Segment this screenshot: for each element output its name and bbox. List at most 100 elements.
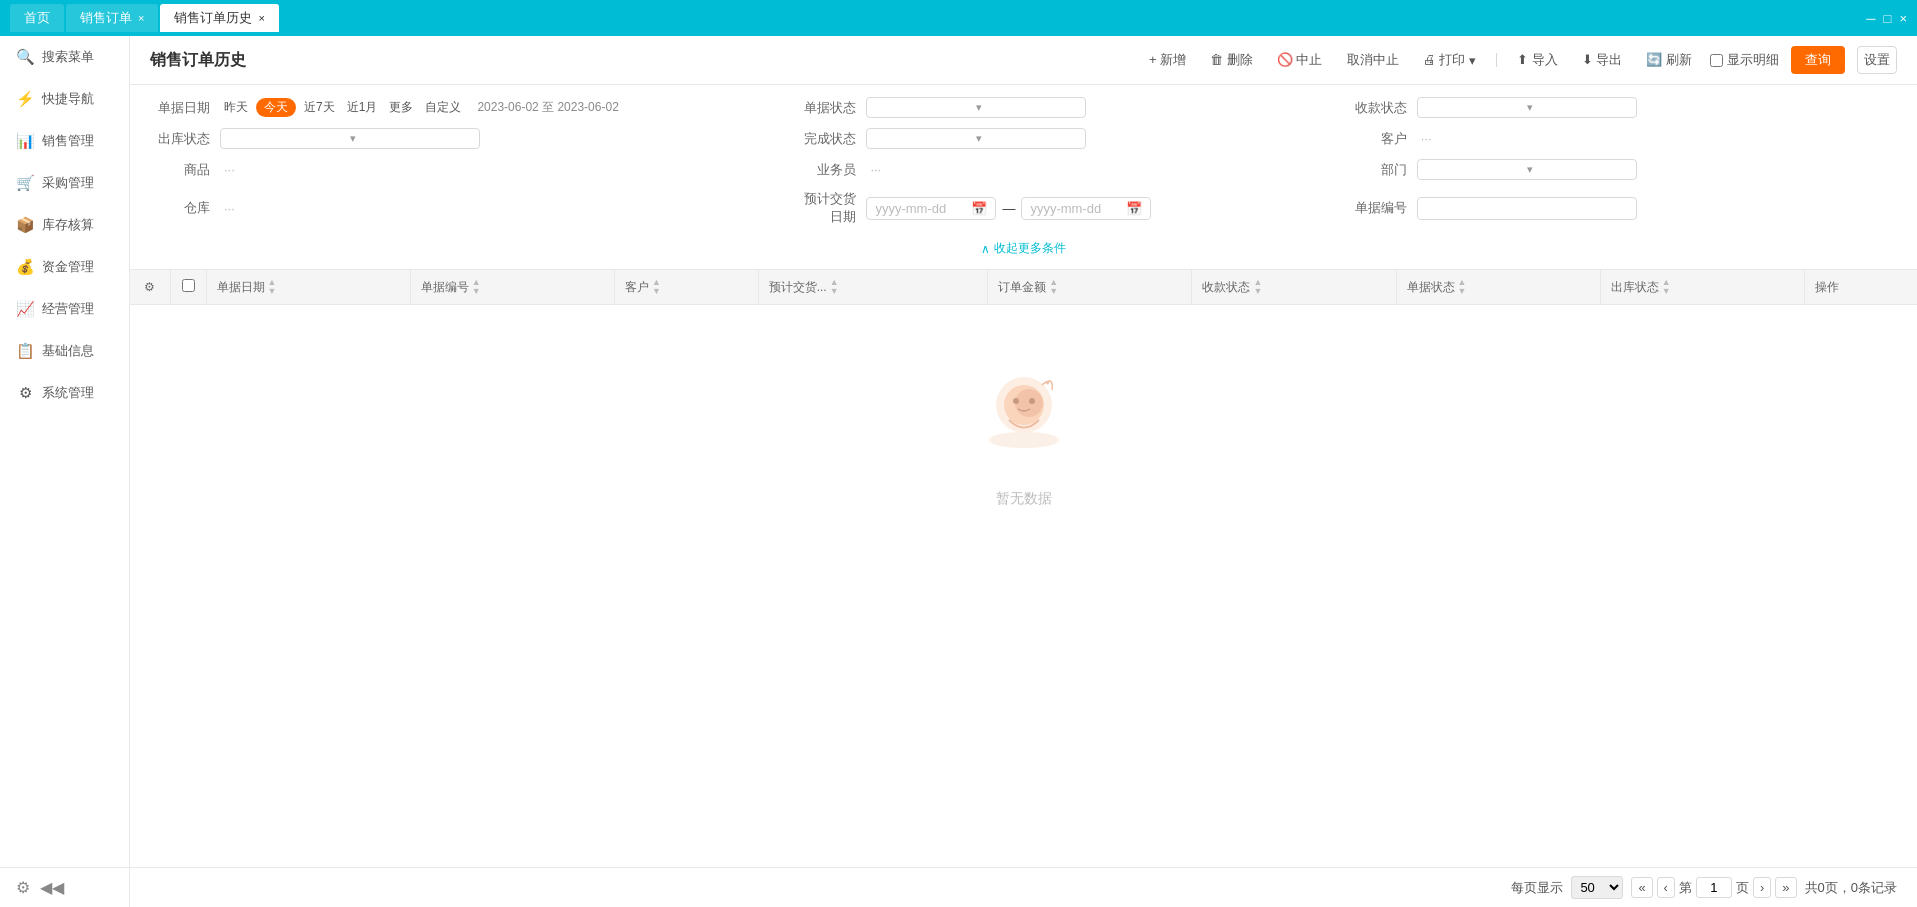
tab-sales-history[interactable]: 销售订单历史 × <box>160 4 278 32</box>
out-status-select[interactable]: ▾ <box>220 128 480 149</box>
data-table: ⚙ 单据日期 ▲▼ 单据编号 ▲▼ <box>130 270 1917 568</box>
sidebar-item-finance[interactable]: 💰 资金管理 <box>0 246 129 288</box>
col-no[interactable]: 单据编号 ▲▼ <box>410 270 614 305</box>
product-input-dots[interactable]: ··· <box>224 162 235 177</box>
refresh-button[interactable]: 🔄 刷新 <box>1640 47 1698 73</box>
window-close-btn[interactable]: × <box>1899 11 1907 26</box>
delete-label: 🗑 删除 <box>1210 51 1253 69</box>
toolbar-divider <box>1496 53 1497 67</box>
date-btn-today[interactable]: 今天 <box>256 98 296 117</box>
col-customer[interactable]: 客户 ▲▼ <box>614 270 758 305</box>
table-settings-col[interactable]: ⚙ <box>130 270 170 305</box>
receipt-status-select[interactable]: ▾ <box>1417 97 1637 118</box>
empty-state-cell: 暂无数据 <box>130 305 1917 569</box>
table-check-col[interactable] <box>170 270 206 305</box>
date-btn-7days[interactable]: 近7天 <box>300 98 339 117</box>
complete-status-select[interactable]: ▾ <box>866 128 1086 149</box>
product-filter: ··· <box>220 162 796 177</box>
col-receipt-status-sort: ▲▼ <box>1253 278 1262 296</box>
maximize-btn[interactable]: □ <box>1884 11 1892 26</box>
expected-date-start[interactable]: yyyy-mm-dd 📅 <box>866 197 996 220</box>
sidebar-item-search[interactable]: 🔍 搜索菜单 <box>0 36 129 78</box>
svg-point-5 <box>1029 398 1035 404</box>
minimize-btn[interactable]: ─ <box>1866 11 1875 26</box>
cancel-stop-button[interactable]: 取消中止 <box>1341 47 1405 73</box>
current-page-input[interactable] <box>1696 877 1732 898</box>
tab-sales-order-close[interactable]: × <box>138 12 144 24</box>
date-btn-yesterday[interactable]: 昨天 <box>220 98 252 117</box>
calendar-start-icon: 📅 <box>971 201 987 216</box>
import-button[interactable]: ⬆ 导入 <box>1511 47 1564 73</box>
col-out-status[interactable]: 出库状态 ▲▼ <box>1600 270 1804 305</box>
delete-button[interactable]: 🗑 删除 <box>1204 47 1259 73</box>
content-area: 销售订单历史 + 新增 🗑 删除 🚫 中止 取消中止 🖨 打印 ▾ <box>130 36 1917 907</box>
stop-button[interactable]: 🚫 中止 <box>1271 47 1329 73</box>
sidebar-item-purchase[interactable]: 🛒 采购管理 <box>0 162 129 204</box>
bill-status-arrow: ▾ <box>976 101 1077 114</box>
page-nav: « ‹ 第 页 › » <box>1631 877 1796 898</box>
date-separator: — <box>1002 201 1015 216</box>
sidebar-item-operations[interactable]: 📈 经营管理 <box>0 288 129 330</box>
print-button[interactable]: 🖨 打印 ▾ <box>1417 47 1483 73</box>
sidebar-item-basicinfo[interactable]: 📋 基础信息 <box>0 330 129 372</box>
col-receipt-status[interactable]: 收款状态 ▲▼ <box>1192 270 1396 305</box>
col-expected-date[interactable]: 预计交货... ▲▼ <box>758 270 988 305</box>
collapse-icon: ∧ <box>981 242 990 256</box>
customer-label: 客户 <box>1347 130 1417 148</box>
sidebar-item-sales[interactable]: 📊 销售管理 <box>0 120 129 162</box>
tab-sales-order[interactable]: 销售订单 × <box>66 4 158 32</box>
page-size-label: 每页显示 <box>1511 879 1563 897</box>
col-date[interactable]: 单据日期 ▲▼ <box>206 270 410 305</box>
sales-icon: 📊 <box>16 132 34 150</box>
collapse-row[interactable]: ∧ 收起更多条件 <box>150 236 1897 257</box>
expected-date-end[interactable]: yyyy-mm-dd 📅 <box>1021 197 1151 220</box>
tab-home[interactable]: 首页 <box>10 4 64 32</box>
settings-button[interactable]: 设置 <box>1857 46 1897 74</box>
date-btn-custom[interactable]: 自定义 <box>421 98 465 117</box>
receipt-status-label: 收款状态 <box>1347 99 1417 117</box>
settings-bottom-icon[interactable]: ⚙ <box>16 878 30 897</box>
col-out-status-sort: ▲▼ <box>1662 278 1671 296</box>
display-detail-toggle[interactable]: 显示明细 <box>1710 51 1779 69</box>
calendar-end-icon: 📅 <box>1126 201 1142 216</box>
empty-illustration <box>974 365 1074 455</box>
bill-status-select[interactable]: ▾ <box>866 97 1086 118</box>
last-page-btn[interactable]: » <box>1775 877 1796 898</box>
first-page-btn[interactable]: « <box>1631 877 1652 898</box>
customer-input-dots[interactable]: ··· <box>1421 131 1432 146</box>
page-size-select[interactable]: 50 20 100 <box>1571 876 1623 899</box>
col-date-sort: ▲▼ <box>268 278 277 296</box>
search-icon: 🔍 <box>16 48 34 66</box>
bill-no-input[interactable] <box>1417 197 1637 220</box>
sidebar-item-inventory[interactable]: 📦 库存核算 <box>0 204 129 246</box>
sidebar-item-system[interactable]: ⚙ 系统管理 <box>0 372 129 414</box>
svg-point-3 <box>1015 389 1043 417</box>
print-label: 🖨 打印 <box>1423 51 1466 69</box>
col-amount[interactable]: 订单金额 ▲▼ <box>988 270 1192 305</box>
col-expected-date-label: 预计交货... <box>769 279 827 296</box>
next-page-btn[interactable]: › <box>1753 877 1771 898</box>
new-button[interactable]: + 新增 <box>1143 47 1192 73</box>
tab-sales-history-label: 销售订单历史 <box>174 9 252 27</box>
date-btn-more[interactable]: 更多 <box>385 98 417 117</box>
col-bill-status[interactable]: 单据状态 ▲▼ <box>1396 270 1600 305</box>
select-all-checkbox[interactable] <box>182 279 195 292</box>
sidebar-item-quicknav[interactable]: ⚡ 快捷导航 <box>0 78 129 120</box>
col-action-label: 操作 <box>1815 280 1839 294</box>
salesperson-filter: ··· <box>866 162 1346 177</box>
export-button[interactable]: ⬇ 导出 <box>1576 47 1629 73</box>
date-filter-value: 昨天 今天 近7天 近1月 更多 自定义 2023-06-02 至 2023-0… <box>220 98 796 117</box>
warehouse-input-dots[interactable]: ··· <box>224 201 235 216</box>
collapse-sidebar-icon[interactable]: ◀◀ <box>40 878 64 897</box>
salesperson-input-dots[interactable]: ··· <box>870 162 881 177</box>
display-detail-checkbox[interactable] <box>1710 54 1723 67</box>
query-button[interactable]: 查询 <box>1791 46 1845 74</box>
bill-status-label: 单据状态 <box>796 99 866 117</box>
prev-page-btn[interactable]: ‹ <box>1657 877 1675 898</box>
department-select[interactable]: ▾ <box>1417 159 1637 180</box>
col-no-label: 单据编号 <box>421 279 469 296</box>
tab-sales-history-close[interactable]: × <box>258 12 264 24</box>
date-btn-1month[interactable]: 近1月 <box>343 98 382 117</box>
new-label: + 新增 <box>1149 51 1186 69</box>
current-page-prefix: 第 <box>1679 879 1692 897</box>
